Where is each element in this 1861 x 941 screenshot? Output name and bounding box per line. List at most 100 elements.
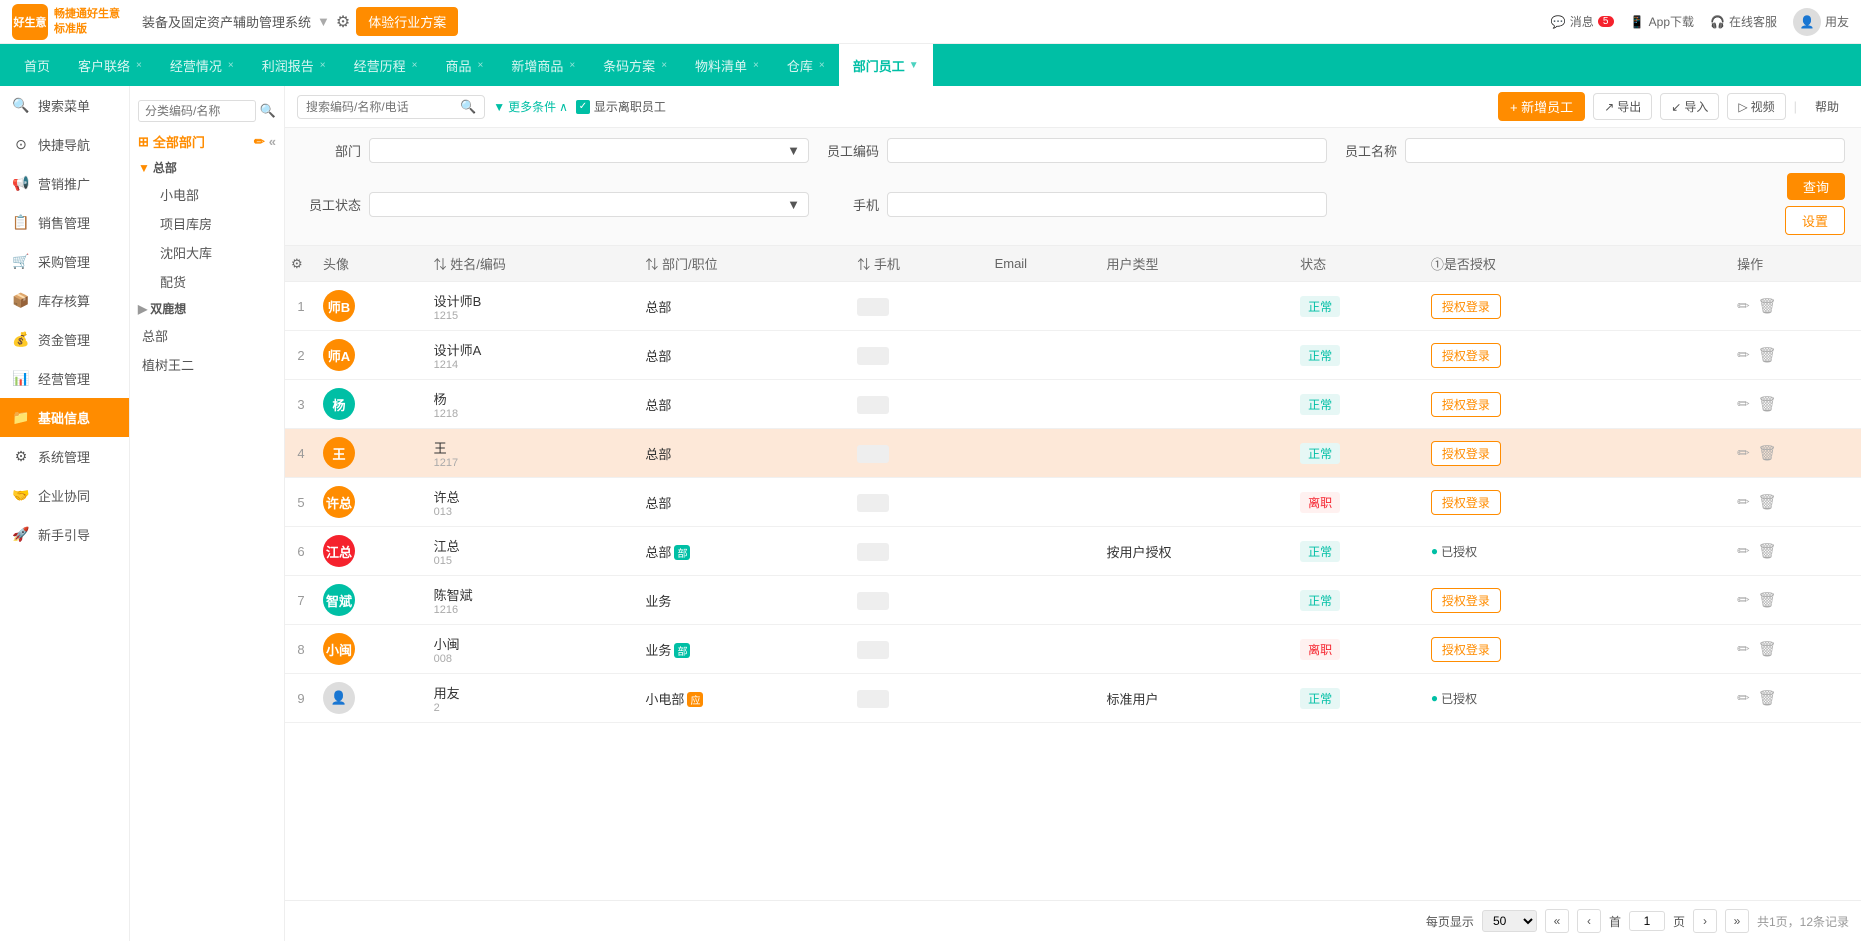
sidebar-item-营销推广[interactable]: 📢营销推广 [0,164,129,203]
filter-emp-code-input[interactable] [887,138,1327,163]
nav-tab-部门员工[interactable]: 部门员工 ▼ [839,44,933,86]
settings-icon[interactable]: ⚙ [336,12,350,32]
dept-item-shenyang[interactable]: 沈阳大库 [130,238,284,267]
edit-icon[interactable]: ✏ [1737,542,1750,560]
emp-search-input[interactable] [306,100,456,114]
dept-item-distribution[interactable]: 配货 [130,267,284,296]
sidebar-item-快捷导航[interactable]: ⊙快捷导航 [0,125,129,164]
dept-tree-section-shuanglu[interactable]: ▶ 双鹿想 [130,296,284,321]
close-tab-icon[interactable]: × [412,60,418,71]
edit-icon[interactable]: ✏ [1737,640,1750,658]
dept-tree-section-total[interactable]: ▼ 总部 [130,155,284,180]
nav-tab-经营历程[interactable]: 经营历程 × [340,44,432,86]
nav-tab-仓库[interactable]: 仓库 × [773,44,839,86]
delete-icon[interactable]: 🗑 [1758,346,1777,364]
delete-icon[interactable]: 🗑 [1758,689,1777,707]
edit-icon[interactable]: ✏ [1737,395,1750,413]
last-page-btn[interactable]: » [1725,909,1749,933]
dept-item-project-room[interactable]: 项目库房 [130,209,284,238]
edit-icon[interactable]: ✏ [1737,346,1750,364]
col-name[interactable]: ⇅ 姓名/编码 [428,246,640,282]
delete-icon[interactable]: 🗑 [1758,444,1777,462]
emp-search-icon[interactable]: 🔍 [460,99,476,115]
nav-tab-客户联络[interactable]: 客户联络 × [64,44,156,86]
delete-icon[interactable]: 🗑 [1758,640,1777,658]
nav-tab-经营情况[interactable]: 经营情况 × [156,44,248,86]
try-button[interactable]: 体验行业方案 [356,7,458,36]
video-button[interactable]: ▷ 视频 [1727,93,1785,120]
col-settings[interactable]: ⚙ [285,246,317,282]
app-download-btn[interactable]: 📱 App下载 [1630,13,1694,30]
first-page-btn[interactable]: « [1545,909,1569,933]
query-button[interactable]: 查询 [1787,173,1845,200]
edit-icon[interactable]: ✏ [1737,591,1750,609]
close-tab-icon[interactable]: × [136,60,142,71]
auth-login-btn[interactable]: 授权登录 [1431,588,1501,613]
nav-tab-物料清单[interactable]: 物料清单 × [681,44,773,86]
prev-page-btn[interactable]: ‹ [1577,909,1601,933]
next-page-btn[interactable]: › [1693,909,1717,933]
show-resigned-toggle[interactable]: ✓ 显示离职员工 [576,98,666,115]
page-input[interactable] [1629,911,1665,931]
nav-tab-条码方案[interactable]: 条码方案 × [589,44,681,86]
sidebar-item-销售管理[interactable]: 📋销售管理 [0,203,129,242]
close-tab-icon[interactable]: × [569,60,575,71]
close-tab-icon[interactable]: × [320,60,326,71]
close-tab-icon[interactable]: × [661,60,667,71]
edit-icon[interactable]: ✏ [1737,297,1750,315]
import-button[interactable]: ↙ 导入 [1660,93,1719,120]
edit-icon[interactable]: ✏ [1737,493,1750,511]
help-button[interactable]: 帮助 [1805,94,1849,119]
dept-item-zongbu[interactable]: 总部 [130,321,284,350]
edit-icon[interactable]: ✏ [1737,444,1750,462]
edit-dept-icon[interactable]: ✏ [254,134,265,150]
nav-tab-利润报告[interactable]: 利润报告 × [248,44,340,86]
sidebar-item-资金管理[interactable]: 💰资金管理 [0,320,129,359]
message-btn[interactable]: 💬 消息 5 [1551,13,1614,30]
auth-login-btn[interactable]: 授权登录 [1431,441,1501,466]
delete-icon[interactable]: 🗑 [1758,591,1777,609]
filter-phone-input[interactable] [887,192,1327,217]
auth-login-btn[interactable]: 授权登录 [1431,392,1501,417]
sidebar-item-经营管理[interactable]: 📊经营管理 [0,359,129,398]
col-dept[interactable]: ⇅ 部门/职位 [639,246,851,282]
dept-search-icon[interactable]: 🔍 [260,103,276,119]
user-area[interactable]: 👤 用友 [1793,8,1849,36]
collapse-dept-icon[interactable]: « [269,134,276,149]
auth-login-btn[interactable]: 授权登录 [1431,490,1501,515]
add-employee-button[interactable]: + 新增员工 [1498,92,1585,121]
auth-login-btn[interactable]: 授权登录 [1431,343,1501,368]
sidebar-item-系统管理[interactable]: ⚙系统管理 [0,437,129,476]
dept-item-zhishu[interactable]: 植树王二 [130,350,284,379]
sidebar-item-库存核算[interactable]: 📦库存核算 [0,281,129,320]
set-button[interactable]: 设置 [1785,206,1845,235]
delete-icon[interactable]: 🗑 [1758,395,1777,413]
nav-tab-首页[interactable]: 首页 [10,44,64,86]
auth-login-btn[interactable]: 授权登录 [1431,294,1501,319]
sidebar-item-新手引导[interactable]: 🚀新手引导 [0,515,129,554]
sidebar-item-采购管理[interactable]: 🛒采购管理 [0,242,129,281]
dept-search-input[interactable] [138,100,256,122]
online-service-btn[interactable]: 🎧 在线客服 [1710,13,1777,30]
more-conditions-btn[interactable]: ▼ 更多条件 ∧ [493,98,568,115]
page-size-select[interactable]: 50 20 100 [1482,910,1537,932]
delete-icon[interactable]: 🗑 [1758,542,1777,560]
close-tab-icon[interactable]: × [753,60,759,71]
all-depts-header[interactable]: ⊞ 全部部门 ✏ « [130,128,284,155]
filter-dept-select[interactable]: ▼ [369,138,809,163]
edit-icon[interactable]: ✏ [1737,689,1750,707]
export-button[interactable]: ↗ 导出 [1593,93,1652,120]
delete-icon[interactable]: 🗑 [1758,493,1777,511]
sidebar-item-搜索菜单[interactable]: 🔍搜索菜单 [0,86,129,125]
dept-item-small-elec[interactable]: 小电部 [130,180,284,209]
filter-status-select[interactable]: ▼ [369,192,809,217]
filter-emp-name-input[interactable] [1405,138,1845,163]
auth-login-btn[interactable]: 授权登录 [1431,637,1501,662]
close-tab-icon[interactable]: × [477,60,483,71]
col-phone[interactable]: ⇅ 手机 [851,246,988,282]
nav-tab-商品[interactable]: 商品 × [431,44,497,86]
nav-tab-新增商品[interactable]: 新增商品 × [497,44,589,86]
close-tab-icon[interactable]: × [228,60,234,71]
close-tab-icon[interactable]: × [819,60,825,71]
sidebar-item-基础信息[interactable]: 📁基础信息 [0,398,129,437]
